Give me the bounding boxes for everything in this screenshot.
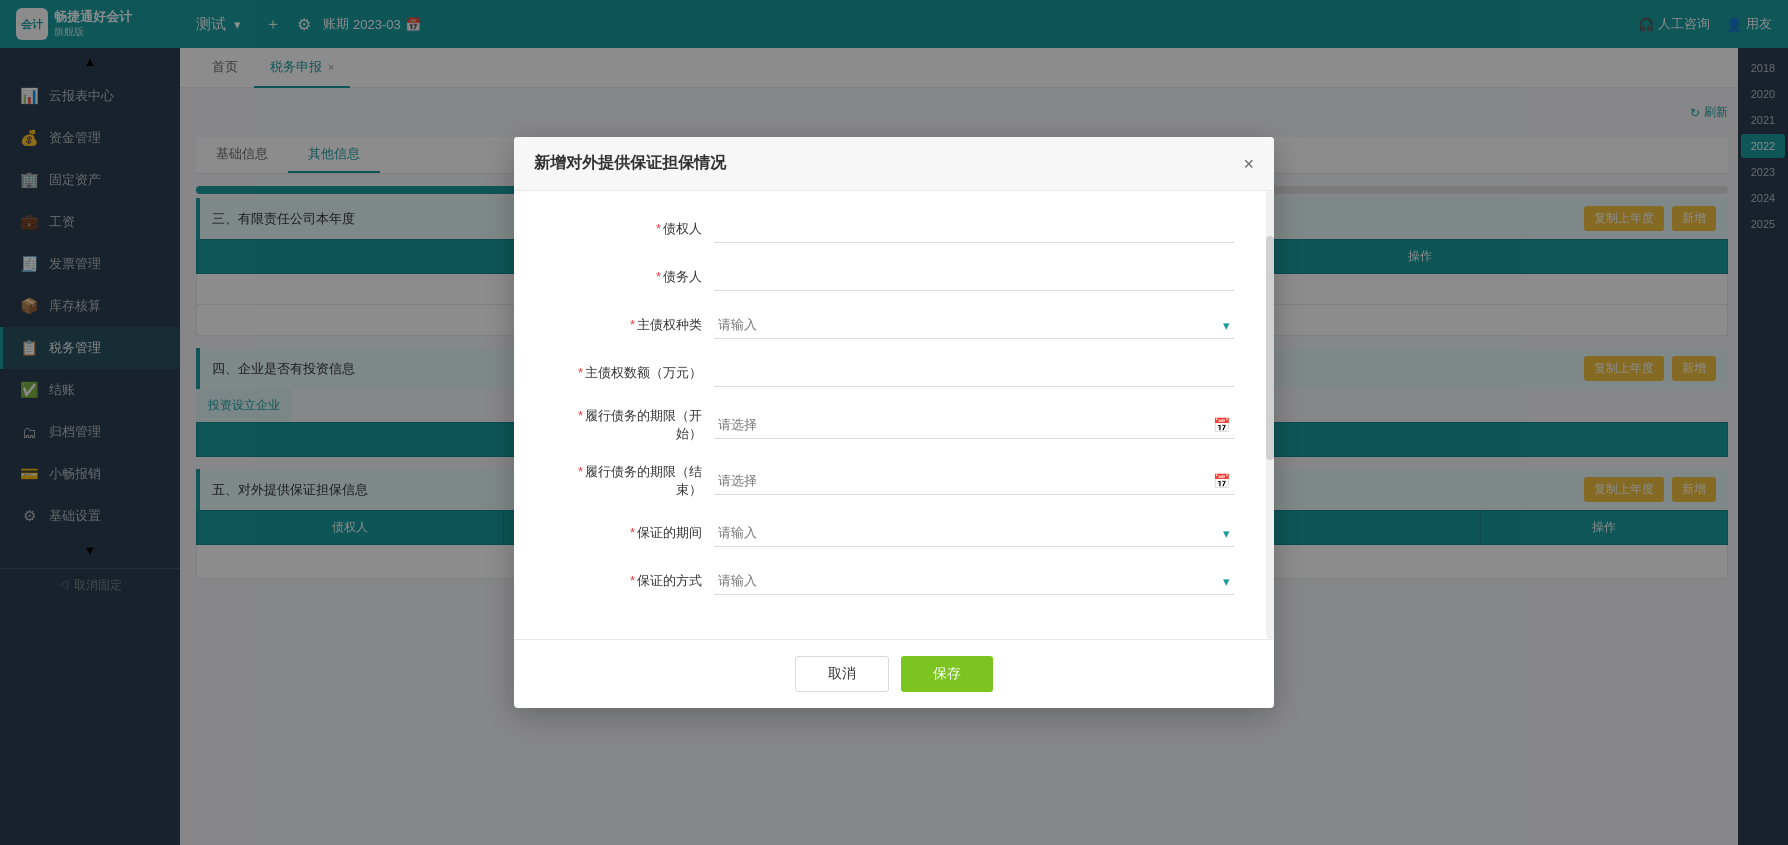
form-row-lvxingkaishi: *履行债务的期限（开始） 📅 xyxy=(554,407,1234,443)
cancel-button[interactable]: 取消 xyxy=(795,656,889,692)
date-wrap-lvxingkaishi: 📅 xyxy=(714,411,1234,439)
label-zhaiquanren: *债权人 xyxy=(554,220,714,238)
date-wrap-lvxingjieshi: 📅 xyxy=(714,467,1234,495)
modal-footer: 取消 保存 xyxy=(514,639,1274,708)
form-row-baozhendfangshi: *保证的方式 ▾ xyxy=(554,567,1234,595)
input-zhuzhiquanshu[interactable] xyxy=(714,359,1234,387)
input-baozhendfangshi[interactable] xyxy=(714,567,1234,595)
label-zhuzhiquanzlei: *主债权种类 xyxy=(554,316,714,334)
dropdown-icon-zhuzhiquanzlei[interactable]: ▾ xyxy=(1223,318,1230,333)
modal-title: 新增对外提供保证担保情况 xyxy=(534,153,726,174)
modal-scrollbar-thumb xyxy=(1266,236,1274,460)
form-row-baozhengqijian: *保证的期间 ▾ xyxy=(554,519,1234,547)
form-row-zhaiwuren: *债务人 xyxy=(554,263,1234,291)
dropdown-icon-baozhengqijian[interactable]: ▾ xyxy=(1223,526,1230,541)
form-row-zhaiquanren: *债权人 xyxy=(554,215,1234,243)
calendar-icon-lvxingkaishi[interactable]: 📅 xyxy=(1213,417,1230,433)
label-baozhengqijian: *保证的期间 xyxy=(554,524,714,542)
save-button[interactable]: 保存 xyxy=(901,656,993,692)
input-baozhengqijian[interactable] xyxy=(714,519,1234,547)
form-row-zhuzhiquanshu: *主债权数额（万元） xyxy=(554,359,1234,387)
modal-header: 新增对外提供保证担保情况 × xyxy=(514,137,1274,191)
label-zhaiwuren: *债务人 xyxy=(554,268,714,286)
calendar-icon-lvxingjieshi[interactable]: 📅 xyxy=(1213,473,1230,489)
form-row-lvxingjieshi: *履行债务的期限（结束） 📅 xyxy=(554,463,1234,499)
form-row-zhuzhiquanzlei: *主债权种类 ▾ xyxy=(554,311,1234,339)
input-zhaiquanren[interactable] xyxy=(714,215,1234,243)
select-wrap-baozhengqijian: ▾ xyxy=(714,519,1234,547)
label-lvxingkaishi: *履行债务的期限（开始） xyxy=(554,407,714,443)
input-lvxingkaishi[interactable] xyxy=(714,411,1234,439)
modal-scrollbar[interactable] xyxy=(1266,191,1274,639)
modal-overlay[interactable]: 新增对外提供保证担保情况 × *债权人 *债务人 *主债权种类 xyxy=(0,0,1788,845)
input-zhaiwuren[interactable] xyxy=(714,263,1234,291)
modal-close-button[interactable]: × xyxy=(1243,155,1254,173)
modal-body: *债权人 *债务人 *主债权种类 ▾ xyxy=(514,191,1274,639)
label-lvxingjieshi: *履行债务的期限（结束） xyxy=(554,463,714,499)
dropdown-icon-baozhendfangshi[interactable]: ▾ xyxy=(1223,574,1230,589)
modal-dialog: 新增对外提供保证担保情况 × *债权人 *债务人 *主债权种类 xyxy=(514,137,1274,708)
label-baozhendfangshi: *保证的方式 xyxy=(554,572,714,590)
input-zhuzhiquanzlei[interactable] xyxy=(714,311,1234,339)
select-wrap-baozhendfangshi: ▾ xyxy=(714,567,1234,595)
label-zhuzhiquanshu: *主债权数额（万元） xyxy=(554,364,714,382)
input-lvxingjieshi[interactable] xyxy=(714,467,1234,495)
select-wrap-zhuzhiquanzlei: ▾ xyxy=(714,311,1234,339)
